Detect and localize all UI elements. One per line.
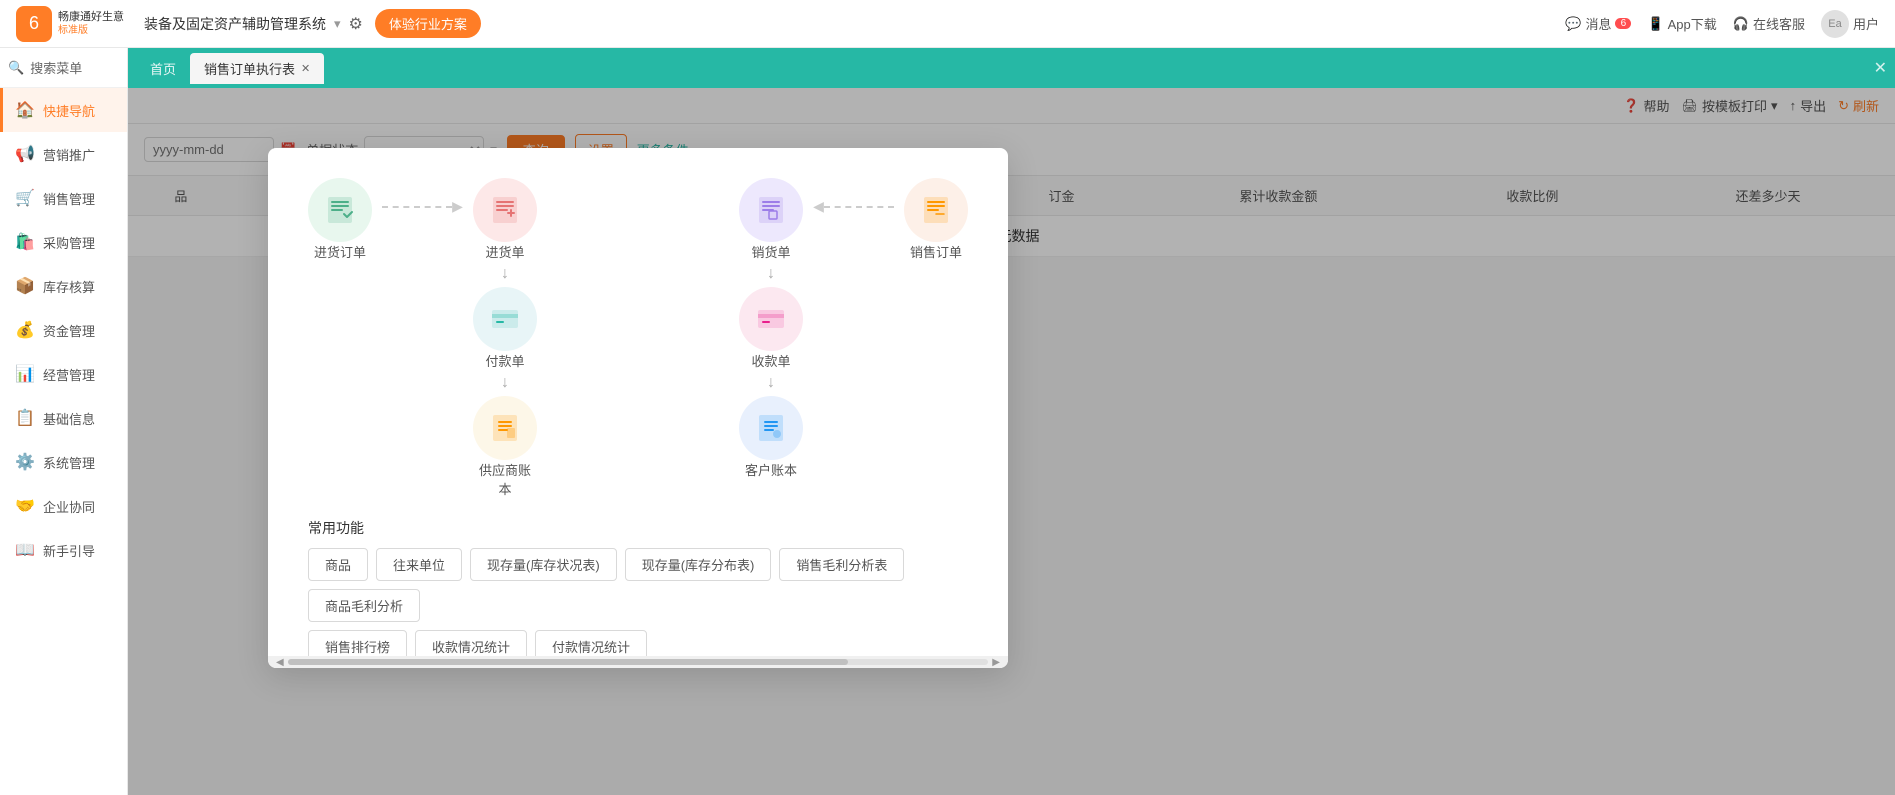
flow-sales-bill[interactable]: 销货单 [739, 178, 803, 261]
sidebar-item-marketing[interactable]: 📢 营销推广 [0, 132, 127, 176]
sidebar-item-quick-nav[interactable]: 🏠 快捷导航 [0, 88, 127, 132]
operations-icon: 📊 [15, 364, 35, 384]
sales-order-circle [904, 178, 968, 242]
content-area: 首页 销售订单执行表 ✕ ✕ ❓ 帮助 🖨 [128, 48, 1895, 795]
sidebar-item-basic-info[interactable]: 📋 基础信息 [0, 396, 127, 440]
scrollbar-thumb [288, 659, 848, 665]
supplier-account-label: 供应商账本 [473, 460, 537, 498]
message-icon: 💬 [1565, 16, 1581, 32]
sidebar-item-operations[interactable]: 📊 经营管理 [0, 352, 127, 396]
system-info: 装备及固定资产辅助管理系统 ▾ ⚙ 体验行业方案 [144, 9, 1565, 38]
sales-bill-label: 销货单 [751, 242, 790, 261]
basic-info-icon: 📋 [15, 408, 35, 428]
inventory-icon: 📦 [15, 276, 35, 296]
sidebar-item-collab[interactable]: 🤝 企业协同 [0, 484, 127, 528]
common-functions-title: 常用功能 [308, 518, 968, 538]
message-action[interactable]: 💬 消息 6 [1565, 14, 1631, 33]
scroll-left-icon[interactable]: ◀ [272, 657, 288, 668]
page-content: ❓ 帮助 🖨 按模板打印 ▾ ↑ 导出 ↻ 刷新 [128, 88, 1895, 795]
purchase-order-label: 进货订单 [314, 242, 366, 261]
purchase-bill-label: 进货单 [485, 242, 524, 261]
scroll-right-icon[interactable]: ▶ [988, 657, 1004, 668]
flow-purchase-bill[interactable]: 进货单 [473, 178, 537, 261]
sales-order-label: 销售订单 [910, 242, 962, 261]
collab-icon: 🤝 [15, 496, 35, 516]
tab-bar: 首页 销售订单执行表 ✕ ✕ [128, 48, 1895, 88]
system-dropdown-arrow[interactable]: ▾ [334, 16, 341, 32]
top-bar-right: 💬 消息 6 📱 App下载 🎧 在线客服 Ea 用户 [1565, 10, 1879, 38]
flow-purchase-order[interactable]: 进货订单 [308, 178, 372, 261]
app-download-action[interactable]: 📱 App下载 [1647, 14, 1716, 33]
common-functions: 常用功能 商品 往来单位 现存量(库存状况表) 现存量(库存分布表) 销售毛利分… [308, 518, 968, 663]
modal-overlay[interactable]: 进货订单 ▶ 进 [128, 88, 1895, 795]
system-icon: ⚙️ [15, 452, 35, 472]
guide-icon: 📖 [15, 540, 35, 560]
supplier-account-circle [473, 396, 537, 460]
customer-account-circle [739, 396, 803, 460]
payment-bill-label: 付款单 [485, 351, 524, 370]
sales-icon: 🛒 [15, 188, 35, 208]
sales-bill-circle [739, 178, 803, 242]
func-buttons-row1: 商品 往来单位 现存量(库存状况表) 现存量(库存分布表) 销售毛利分析表 商品… [308, 548, 968, 622]
sidebar-item-system[interactable]: ⚙️ 系统管理 [0, 440, 127, 484]
sidebar-item-finance[interactable]: 💰 资金管理 [0, 308, 127, 352]
customer-account-label: 客户账本 [745, 460, 797, 479]
purchase-icon: 🛍️ [15, 232, 35, 252]
finance-icon: 💰 [15, 320, 35, 340]
main-area: 🔍 搜索菜单 🏠 快捷导航 📢 营销推广 🛒 销售管理 🛍️ [0, 48, 1895, 795]
headset-icon: 🎧 [1733, 16, 1749, 32]
tab-sales-order-exec[interactable]: 销售订单执行表 ✕ [190, 53, 324, 84]
mobile-icon: 📱 [1647, 16, 1663, 32]
user-action[interactable]: Ea 用户 [1821, 10, 1879, 38]
sidebar-item-purchase[interactable]: 🛍️ 采购管理 [0, 220, 127, 264]
func-btn-product[interactable]: 商品 [308, 548, 368, 581]
purchase-order-circle [308, 178, 372, 242]
logo-text: 畅康通好生意 标准版 [58, 10, 124, 37]
func-btn-counterpart[interactable]: 往来单位 [376, 548, 462, 581]
tab-home[interactable]: 首页 [136, 53, 190, 84]
sidebar-item-inventory[interactable]: 📦 库存核算 [0, 264, 127, 308]
tab-bar-close-icon[interactable]: ✕ [1874, 58, 1887, 78]
quick-nav-icon: 🏠 [15, 100, 35, 120]
sidebar: 🔍 搜索菜单 🏠 快捷导航 📢 营销推广 🛒 销售管理 🛍️ [0, 48, 128, 795]
search-icon: 🔍 [8, 60, 24, 76]
avatar: Ea [1821, 10, 1849, 38]
settings-icon[interactable]: ⚙ [349, 14, 363, 34]
marketing-icon: 📢 [15, 144, 35, 164]
online-service-action[interactable]: 🎧 在线客服 [1733, 14, 1805, 33]
receipt-bill-label: 收款单 [751, 351, 790, 370]
modal-scrollbar[interactable]: ◀ ▶ [268, 656, 1008, 668]
flow-supplier-account[interactable]: 供应商账本 [473, 396, 537, 498]
flow-sales-order[interactable]: 销售订单 [904, 178, 968, 261]
app-container: 6 畅康通好生意 标准版 装备及固定资产辅助管理系统 ▾ ⚙ 体验行业方案 💬 … [0, 0, 1895, 795]
flow-modal: 进货订单 ▶ 进 [268, 148, 1008, 668]
func-btn-stock-status[interactable]: 现存量(库存状况表) [470, 548, 617, 581]
scrollbar-track [288, 659, 989, 665]
func-btn-sales-profit[interactable]: 销售毛利分析表 [779, 548, 904, 581]
tab-close-icon[interactable]: ✕ [301, 62, 310, 75]
receipt-bill-circle [739, 287, 803, 351]
sidebar-item-guide[interactable]: 📖 新手引导 [0, 528, 127, 572]
logo-icon: 6 [16, 6, 52, 42]
flow-payment-bill[interactable]: 付款单 [473, 287, 537, 370]
sidebar-nav: 🏠 快捷导航 📢 营销推广 🛒 销售管理 🛍️ 采购管理 📦 库存 [0, 88, 127, 795]
message-badge: 6 [1615, 18, 1631, 29]
payment-bill-circle [473, 287, 537, 351]
flow-customer-account[interactable]: 客户账本 [739, 396, 803, 479]
logo-area: 6 畅康通好生意 标准版 [16, 6, 144, 42]
func-btn-stock-dist[interactable]: 现存量(库存分布表) [625, 548, 772, 581]
top-bar: 6 畅康通好生意 标准版 装备及固定资产辅助管理系统 ▾ ⚙ 体验行业方案 💬 … [0, 0, 1895, 48]
func-btn-product-profit[interactable]: 商品毛利分析 [308, 589, 420, 622]
system-name: 装备及固定资产辅助管理系统 [144, 14, 326, 34]
purchase-bill-circle [473, 178, 537, 242]
search-menu[interactable]: 🔍 搜索菜单 [0, 48, 127, 88]
sidebar-item-sales[interactable]: 🛒 销售管理 [0, 176, 127, 220]
flow-receipt-bill[interactable]: 收款单 [739, 287, 803, 370]
experience-btn[interactable]: 体验行业方案 [375, 9, 481, 38]
